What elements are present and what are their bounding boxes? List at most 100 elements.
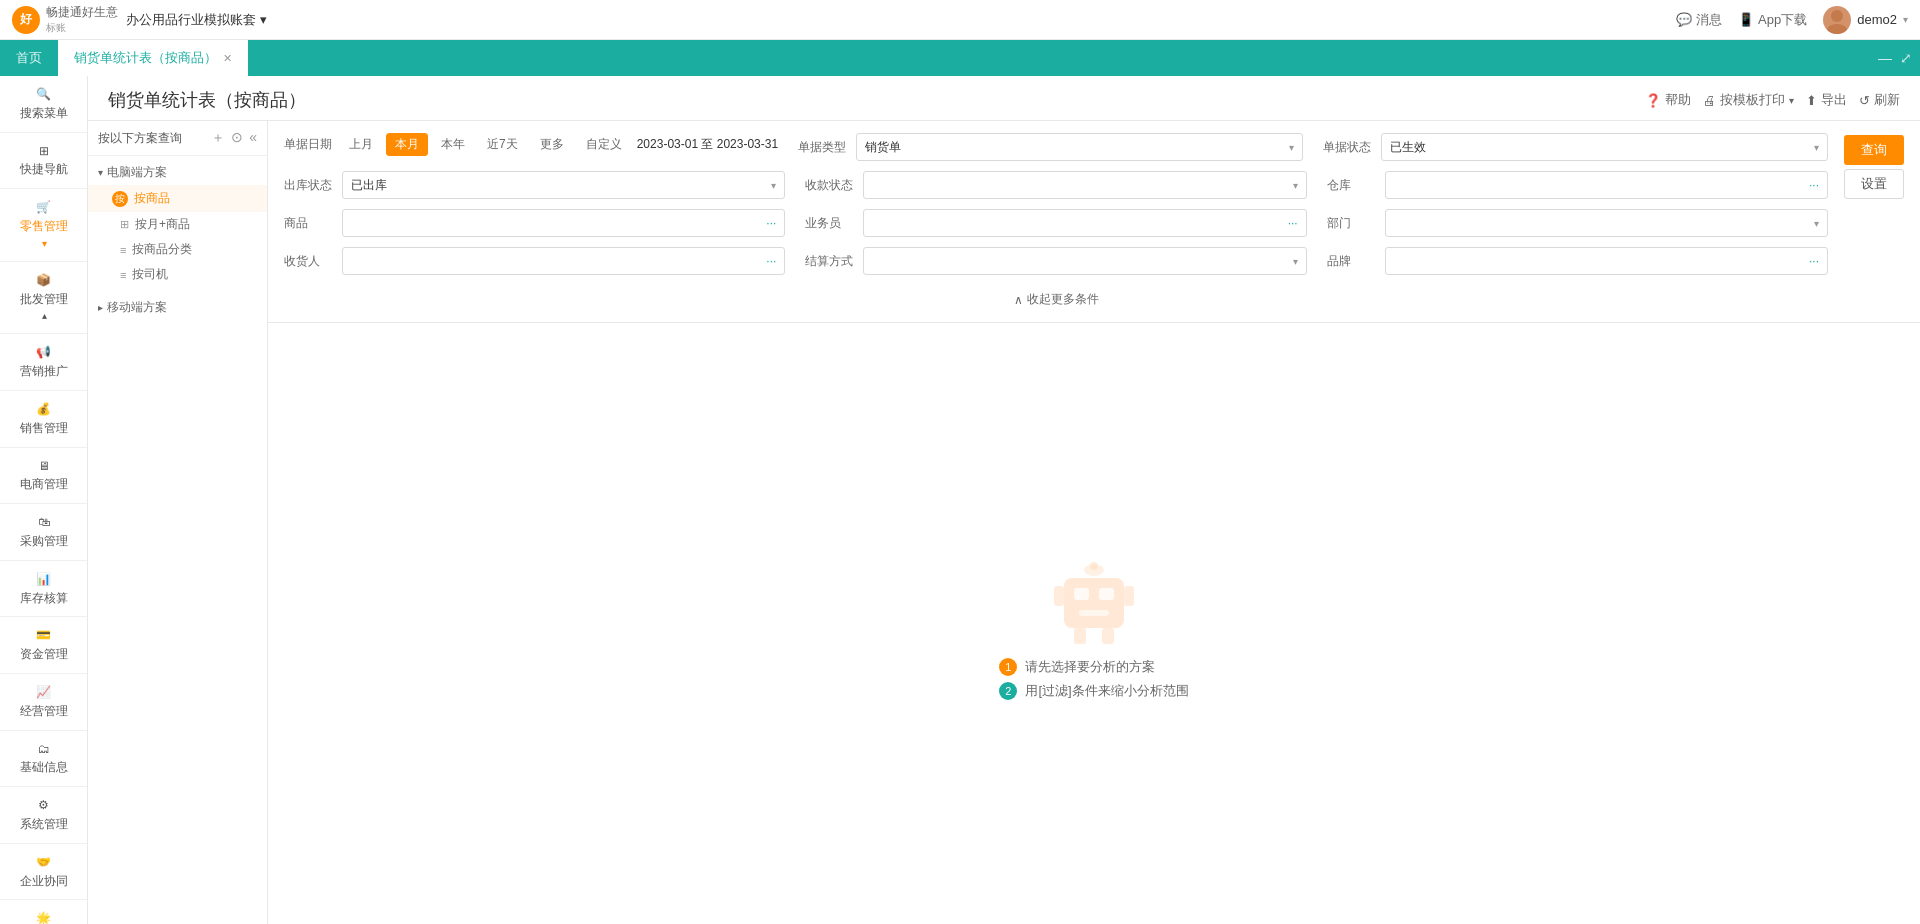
page-title: 销货单统计表（按商品） bbox=[108, 88, 306, 112]
bill-status-select[interactable]: 已生效 ▾ bbox=[1381, 133, 1828, 161]
message-icon: 💬 bbox=[1676, 12, 1692, 27]
ecommerce-icon: 🖥 bbox=[38, 458, 50, 475]
sidebar-item-quick-nav[interactable]: ⊞ 快捷导航 bbox=[0, 133, 87, 190]
recipient-select[interactable]: ··· bbox=[342, 247, 785, 275]
top-header: 好 畅捷通好生意 标账 办公用品行业模拟账套 ▾ 💬 消息 📱 App下载 de… bbox=[0, 0, 1920, 40]
date-pills: 上月 本月 本年 近7天 更多 自定义 bbox=[340, 133, 631, 156]
salesperson-select[interactable]: ··· bbox=[863, 209, 1306, 237]
sidebar-item-basic[interactable]: 🗂 基础信息 bbox=[0, 731, 87, 788]
scheme-panel: 按以下方案查询 ＋ ⊙ « ▾ 电脑端方案 按 按商品 bbox=[88, 121, 268, 924]
filters-side: 查询 设置 bbox=[1828, 133, 1904, 310]
warehouse-select[interactable]: ··· bbox=[1385, 171, 1828, 199]
ellipsis-icon[interactable]: ··· bbox=[1288, 216, 1298, 230]
pc-section-header[interactable]: ▾ 电脑端方案 bbox=[88, 160, 267, 185]
search-icon: 🔍 bbox=[36, 86, 51, 103]
tab-maximize-icon[interactable]: ⤢ bbox=[1900, 50, 1912, 66]
sidebar-item-guide[interactable]: 🌟 新手引导 bbox=[0, 900, 87, 924]
ellipsis-icon[interactable]: ··· bbox=[766, 216, 776, 230]
date-pill-7days[interactable]: 近7天 bbox=[478, 133, 527, 156]
svg-rect-5 bbox=[1079, 610, 1109, 616]
app-selector[interactable]: 办公用品行业模拟账套 ▾ bbox=[126, 11, 267, 29]
scheme-panel-header: 按以下方案查询 ＋ ⊙ « bbox=[88, 121, 267, 156]
sidebar-item-system[interactable]: ⚙ 系统管理 bbox=[0, 787, 87, 844]
mobile-section-header[interactable]: ▸ 移动端方案 bbox=[88, 295, 267, 320]
refresh-button[interactable]: ↺ 刷新 bbox=[1859, 91, 1900, 109]
marketing-icon: 📢 bbox=[36, 344, 51, 361]
print-icon: 🖨 bbox=[1703, 93, 1716, 108]
filters-container: 单据日期 上月 本月 本年 近7天 更多 自定义 bbox=[284, 133, 1904, 310]
sidebar-item-wholesale[interactable]: 📦 批发管理 ▴ bbox=[0, 262, 87, 335]
step-1-num: 1 bbox=[999, 658, 1017, 676]
message-button[interactable]: 💬 消息 bbox=[1676, 11, 1722, 29]
content-area: 销货单统计表（按商品） ❓ 帮助 🖨 按模板打印 ▾ ⬆ 导出 ↺ 刷新 bbox=[88, 76, 1920, 924]
sidebar-item-ecommerce[interactable]: 🖥 电商管理 bbox=[0, 448, 87, 505]
svg-rect-4 bbox=[1099, 588, 1114, 600]
settings-button[interactable]: 设置 bbox=[1844, 169, 1904, 199]
empty-state: 1 请先选择要分析的方案 2 用[过滤]条件来缩小分析范围 bbox=[268, 323, 1920, 924]
guide-icon: 🌟 bbox=[36, 910, 51, 924]
tab-bar-actions: — ⤢ bbox=[1878, 50, 1920, 66]
sidebar-item-purchase[interactable]: 🛍 采购管理 bbox=[0, 504, 87, 561]
list-icon: ≡ bbox=[120, 244, 126, 256]
filter-area: 单据日期 上月 本月 本年 近7天 更多 自定义 bbox=[268, 121, 1920, 323]
cashier-icon: ≡ bbox=[120, 269, 126, 281]
sidebar-item-marketing[interactable]: 📢 营销推广 bbox=[0, 334, 87, 391]
add-scheme-icon[interactable]: ＋ bbox=[211, 129, 225, 147]
tab-home[interactable]: 首页 bbox=[0, 40, 58, 76]
refresh-icon: ↺ bbox=[1859, 93, 1870, 108]
header-left: 好 畅捷通好生意 标账 办公用品行业模拟账套 ▾ bbox=[12, 4, 267, 35]
tree-item-by-cashier[interactable]: ≡ 按司机 bbox=[88, 262, 267, 287]
tree-collapse-icon: ▸ bbox=[98, 302, 103, 313]
ellipsis-icon[interactable]: ··· bbox=[1809, 254, 1819, 268]
user-area[interactable]: demo2 ▾ bbox=[1823, 6, 1908, 34]
receipt-status-select[interactable]: ▾ bbox=[863, 171, 1306, 199]
ellipsis-icon[interactable]: ··· bbox=[766, 254, 776, 268]
date-pill-this-month[interactable]: 本月 bbox=[386, 133, 428, 156]
help-icon: ❓ bbox=[1645, 93, 1661, 108]
chevron-down-icon: ▾ bbox=[1293, 180, 1298, 191]
receipt-status-group: 收款状态 ▾ bbox=[805, 171, 1306, 199]
app-download-button[interactable]: 📱 App下载 bbox=[1738, 11, 1807, 29]
tab-minimize-icon[interactable]: — bbox=[1878, 50, 1892, 66]
chevron-down-icon: ▾ bbox=[1814, 142, 1819, 153]
sidebar-item-finance[interactable]: 💳 资金管理 bbox=[0, 617, 87, 674]
download-icon: 📱 bbox=[1738, 12, 1754, 27]
page-header: 销货单统计表（按商品） ❓ 帮助 🖨 按模板打印 ▾ ⬆ 导出 ↺ 刷新 bbox=[88, 76, 1920, 121]
help-button[interactable]: ❓ 帮助 bbox=[1645, 91, 1691, 109]
date-pill-more[interactable]: 更多 bbox=[531, 133, 573, 156]
finance-icon: 💳 bbox=[36, 627, 51, 644]
collapse-more-button[interactable]: ∧ 收起更多条件 bbox=[284, 285, 1828, 310]
sidebar-item-retail[interactable]: 🛒 零售管理 ▾ bbox=[0, 189, 87, 262]
tree-item-by-product[interactable]: 按 按商品 bbox=[88, 185, 267, 212]
retail-icon: 🛒 bbox=[36, 199, 51, 216]
date-filter-group: 单据日期 上月 本月 本年 近7天 更多 自定义 bbox=[284, 133, 778, 156]
sidebar-item-sales[interactable]: 💰 销售管理 bbox=[0, 391, 87, 448]
date-pill-last-month[interactable]: 上月 bbox=[340, 133, 382, 156]
tab-sales-stat[interactable]: 销货单统计表（按商品） ✕ bbox=[58, 40, 248, 76]
sidebar-item-operations[interactable]: 📈 经营管理 bbox=[0, 674, 87, 731]
print-button[interactable]: 🖨 按模板打印 ▾ bbox=[1703, 91, 1794, 109]
tab-close-icon[interactable]: ✕ bbox=[223, 52, 232, 65]
date-pill-this-year[interactable]: 本年 bbox=[432, 133, 474, 156]
chevron-down-icon: ▾ bbox=[1903, 14, 1908, 25]
date-pill-custom[interactable]: 自定义 bbox=[577, 133, 631, 156]
collapse-scheme-icon[interactable]: « bbox=[249, 129, 257, 147]
bill-type-select[interactable]: 销货单 ▾ bbox=[856, 133, 1303, 161]
ellipsis-icon[interactable]: ··· bbox=[1809, 178, 1819, 192]
sidebar-item-inventory[interactable]: 📊 库存核算 bbox=[0, 561, 87, 618]
tree-item-by-product-category[interactable]: ≡ 按商品分类 bbox=[88, 237, 267, 262]
payment-method-select[interactable]: ▾ bbox=[863, 247, 1306, 275]
chevron-down-icon: ▾ bbox=[1814, 218, 1819, 229]
warehouse-status-select[interactable]: 已出库 ▾ bbox=[342, 171, 785, 199]
sidebar-item-search[interactable]: 🔍 搜索菜单 bbox=[0, 76, 87, 133]
sidebar-item-enterprise[interactable]: 🤝 企业协同 bbox=[0, 844, 87, 901]
brand-select[interactable]: ··· bbox=[1385, 247, 1828, 275]
export-button[interactable]: ⬆ 导出 bbox=[1806, 91, 1847, 109]
settings-scheme-icon[interactable]: ⊙ bbox=[231, 129, 243, 147]
wholesale-icon: 📦 bbox=[36, 272, 51, 289]
query-button[interactable]: 查询 bbox=[1844, 135, 1904, 165]
department-select[interactable]: ▾ bbox=[1385, 209, 1828, 237]
chevron-down-icon: ▾ bbox=[1293, 256, 1298, 267]
tree-item-by-month-product[interactable]: ⊞ 按月+商品 bbox=[88, 212, 267, 237]
product-select[interactable]: ··· bbox=[342, 209, 785, 237]
